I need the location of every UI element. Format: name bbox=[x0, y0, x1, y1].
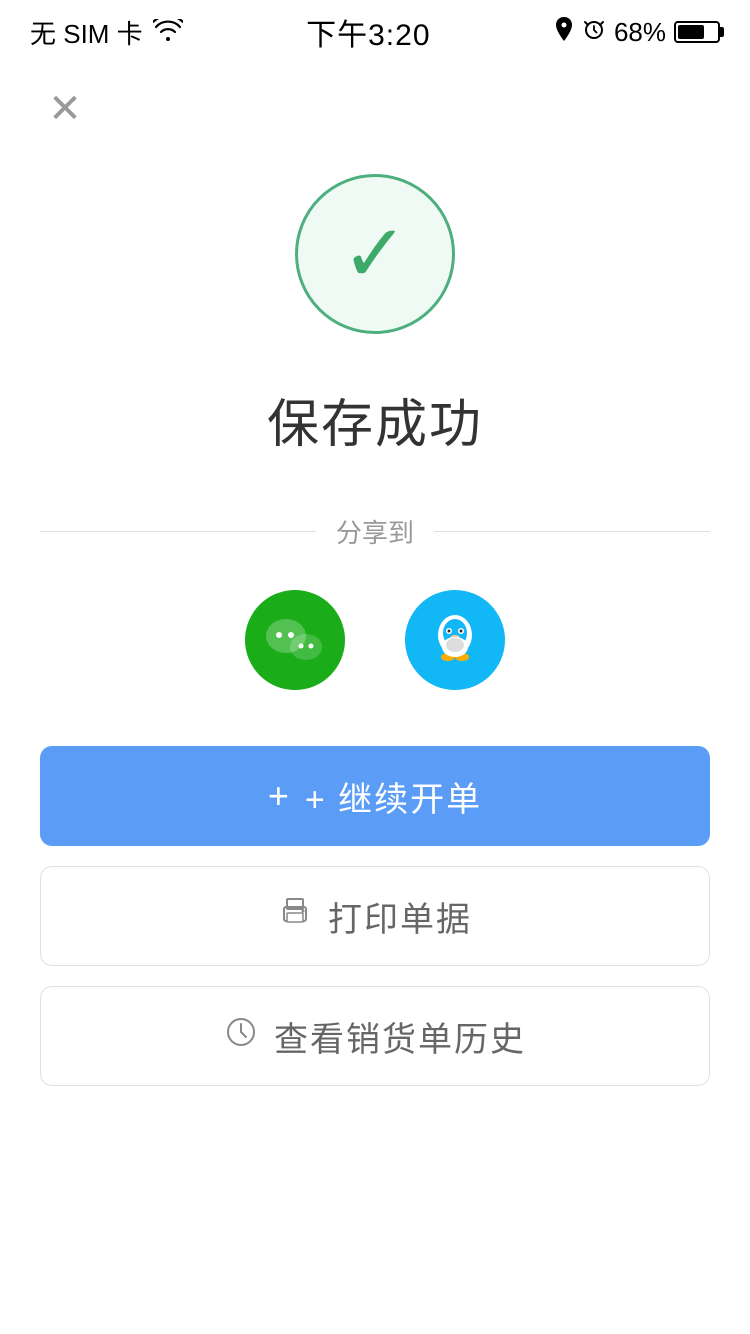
success-circle: ✓ bbox=[295, 174, 455, 334]
share-divider: 分享到 bbox=[40, 513, 710, 550]
battery-icon bbox=[674, 21, 720, 43]
print-label: 打印单据 bbox=[328, 892, 472, 941]
close-button[interactable]: ✕ bbox=[40, 84, 710, 134]
wechat-icon bbox=[264, 614, 326, 666]
status-right: 68% bbox=[554, 17, 720, 48]
checkmark-icon: ✓ bbox=[341, 214, 408, 294]
qq-icon bbox=[429, 609, 481, 671]
divider-right bbox=[434, 531, 710, 532]
history-label: 查看销货单历史 bbox=[274, 1012, 526, 1061]
print-button[interactable]: 打印单据 bbox=[40, 866, 710, 966]
continue-label: + 继续开单 bbox=[305, 772, 482, 821]
qq-share-button[interactable] bbox=[405, 590, 505, 690]
history-icon bbox=[224, 1015, 258, 1057]
wifi-icon bbox=[153, 17, 183, 48]
close-icon: ✕ bbox=[48, 89, 82, 129]
share-section: 分享到 bbox=[40, 513, 710, 690]
continue-button[interactable]: + + 继续开单 bbox=[40, 746, 710, 846]
wechat-share-button[interactable] bbox=[245, 590, 345, 690]
success-title: 保存成功 bbox=[267, 382, 483, 457]
plus-icon: + bbox=[268, 775, 289, 817]
main-content: ✕ ✓ 保存成功 分享到 bbox=[0, 64, 750, 1126]
share-label: 分享到 bbox=[336, 513, 414, 550]
action-buttons: + + 继续开单 打印单据 查看销货单历 bbox=[40, 746, 710, 1086]
status-bar: 无 SIM 卡 下午3:20 68% bbox=[0, 0, 750, 64]
battery-percent: 68% bbox=[614, 17, 666, 48]
sim-text: 无 SIM 卡 bbox=[30, 14, 143, 51]
divider-left bbox=[40, 531, 316, 532]
status-time: 下午3:20 bbox=[306, 10, 430, 54]
print-icon bbox=[278, 895, 312, 937]
status-left: 无 SIM 卡 bbox=[30, 14, 183, 51]
share-icons bbox=[40, 590, 710, 690]
history-button[interactable]: 查看销货单历史 bbox=[40, 986, 710, 1086]
alarm-icon bbox=[582, 17, 606, 48]
location-icon bbox=[554, 17, 574, 48]
